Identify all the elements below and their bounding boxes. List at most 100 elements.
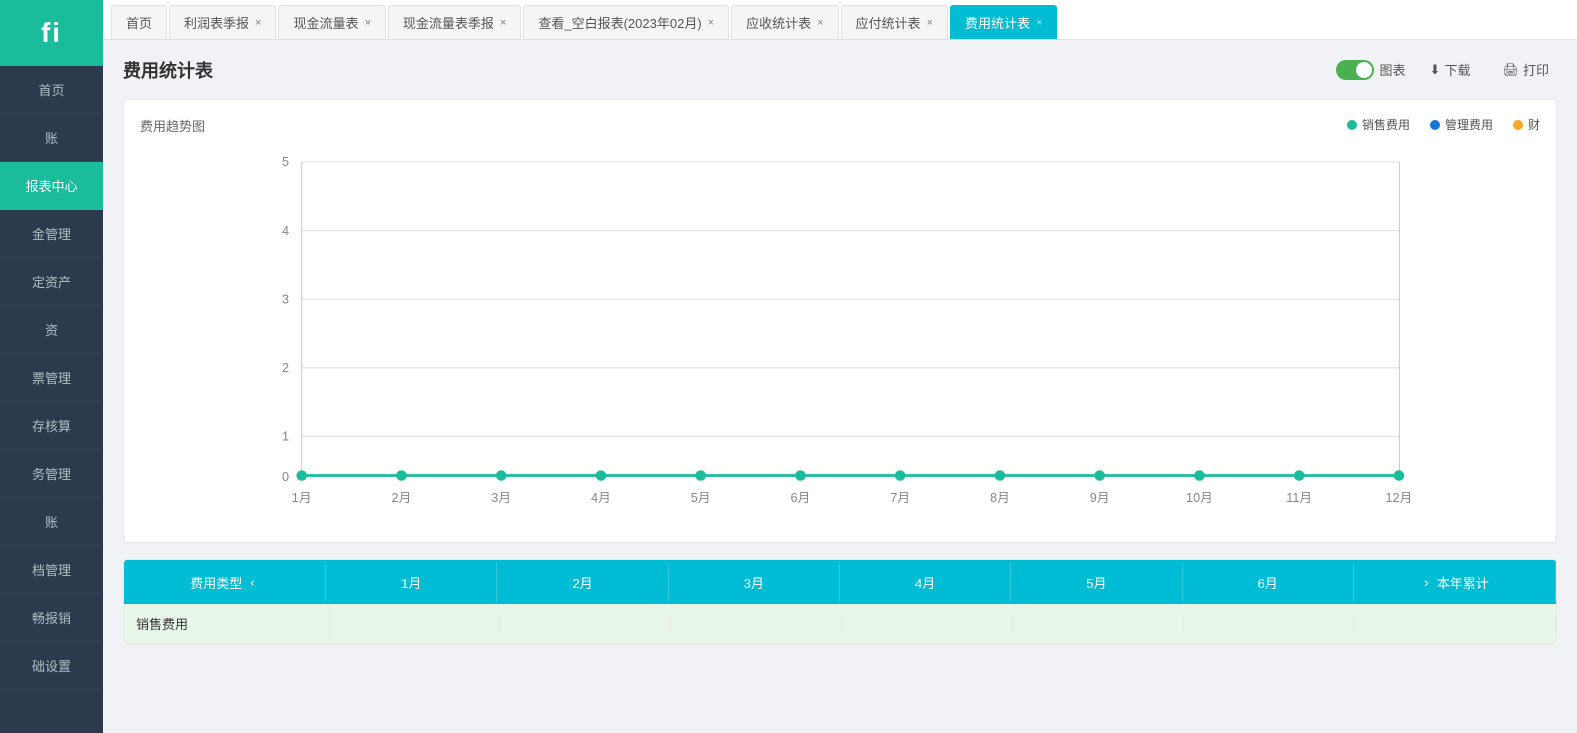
chart-legend: 销售费用 管理费用 财: [1347, 116, 1540, 133]
print-button[interactable]: 🖨 打印: [1494, 56, 1557, 83]
header-actions: 图表 ⬇ 下载 🖨 打印: [1336, 56, 1557, 83]
sidebar-item-expense[interactable]: 畅报销: [0, 594, 103, 642]
chart-card: 费用趋势图 销售费用 管理费用 财: [123, 99, 1557, 543]
td-m2: [500, 616, 671, 632]
td-m1: [330, 616, 501, 632]
tab-blank-report[interactable]: 查看_空白报表(2023年02月) ×: [523, 5, 729, 39]
legend-label-admin: 管理费用: [1445, 116, 1493, 133]
tab-profit-quarterly[interactable]: 利润表季报 ×: [169, 5, 276, 39]
close-icon[interactable]: ×: [927, 17, 933, 29]
svg-text:4: 4: [282, 224, 289, 238]
sidebar-item-finance[interactable]: 金管理: [0, 210, 103, 258]
th-ytd: › 本年累计: [1354, 563, 1556, 602]
sidebar-item-service[interactable]: 务管理: [0, 450, 103, 498]
toggle-track[interactable]: [1336, 60, 1374, 80]
svg-text:3: 3: [282, 292, 289, 306]
legend-label-sales: 销售费用: [1362, 116, 1410, 133]
close-icon[interactable]: ×: [708, 17, 714, 29]
sidebar-item-reports[interactable]: 报表中心: [0, 162, 103, 210]
sidebar-item-capital[interactable]: 资: [0, 306, 103, 354]
svg-text:7月: 7月: [890, 491, 910, 505]
tab-expense-stats[interactable]: 费用统计表 ×: [950, 5, 1057, 39]
tab-cashflow-quarterly[interactable]: 现金流量表季报 ×: [388, 5, 521, 39]
sidebar-item-assets[interactable]: 定资产: [0, 258, 103, 306]
svg-text:11月: 11月: [1286, 491, 1312, 505]
svg-text:6月: 6月: [791, 491, 811, 505]
close-icon[interactable]: ×: [255, 17, 261, 29]
print-icon: 🖨: [1502, 62, 1519, 78]
td-m6: [1184, 616, 1355, 632]
download-button[interactable]: ⬇ 下载: [1422, 56, 1479, 83]
th-m1: 1月: [326, 563, 497, 602]
svg-text:3月: 3月: [491, 491, 511, 505]
th-m4: 4月: [840, 563, 1011, 602]
sidebar-item-inventory[interactable]: 存核算: [0, 402, 103, 450]
sidebar-item-ledger[interactable]: 账: [0, 498, 103, 546]
point-sales-10: [1194, 470, 1205, 481]
point-sales-5: [695, 470, 706, 481]
svg-text:1月: 1月: [292, 491, 312, 505]
toggle-thumb: [1356, 62, 1372, 78]
sidebar-item-invoice[interactable]: 票管理: [0, 354, 103, 402]
svg-text:10月: 10月: [1186, 491, 1213, 505]
svg-text:4月: 4月: [591, 491, 611, 505]
next-arrow-icon[interactable]: ›: [1420, 574, 1433, 590]
svg-text:5: 5: [282, 155, 289, 169]
td-m4: [842, 616, 1013, 632]
chart-svg-wrapper: 5 4 3 2 1 0: [140, 143, 1540, 526]
toggle-label: 图表: [1380, 60, 1406, 79]
page-content: 费用统计表 图表 ⬇ 下载 🖨 打印: [103, 40, 1577, 733]
close-icon[interactable]: ×: [500, 17, 506, 29]
data-table-wrapper: 费用类型 ‹ 1月 2月 3月 4月 5月: [123, 559, 1557, 645]
sidebar-item-account[interactable]: 账: [0, 114, 103, 162]
point-sales-7: [895, 470, 906, 481]
sidebar-item-archive[interactable]: 档管理: [0, 546, 103, 594]
legend-dot-sales: [1347, 120, 1357, 130]
page-title: 费用统计表: [123, 57, 213, 83]
point-sales-3: [496, 470, 507, 481]
svg-text:5月: 5月: [691, 491, 711, 505]
sidebar-item-home[interactable]: 首页: [0, 66, 103, 114]
tab-receivables[interactable]: 应收统计表 ×: [731, 5, 838, 39]
close-icon[interactable]: ×: [1036, 17, 1042, 29]
svg-text:8月: 8月: [990, 491, 1010, 505]
tab-cashflow[interactable]: 现金流量表 ×: [278, 5, 385, 39]
legend-dot-admin: [1430, 120, 1440, 130]
legend-finance: 财: [1513, 116, 1540, 133]
svg-text:12月: 12月: [1386, 491, 1413, 505]
td-m3: [671, 616, 842, 632]
th-m2: 2月: [497, 563, 668, 602]
legend-admin: 管理费用: [1430, 116, 1493, 133]
point-sales-4: [596, 470, 607, 481]
point-sales-6: [795, 470, 806, 481]
legend-sales: 销售费用: [1347, 116, 1410, 133]
point-sales-8: [995, 470, 1006, 481]
prev-arrow-icon[interactable]: ‹: [246, 574, 259, 590]
close-icon[interactable]: ×: [364, 17, 370, 29]
point-sales-11: [1294, 470, 1305, 481]
th-type: 费用类型 ‹: [124, 563, 326, 602]
close-icon[interactable]: ×: [817, 17, 823, 29]
svg-text:2: 2: [282, 361, 289, 375]
chart-toggle[interactable]: 图表: [1336, 60, 1406, 80]
svg-text:1: 1: [282, 430, 289, 444]
point-sales-12: [1394, 470, 1405, 481]
legend-dot-finance: [1513, 120, 1523, 130]
table-row: 销售费用: [124, 604, 1556, 644]
sidebar-logo: fi: [0, 0, 103, 66]
svg-text:9月: 9月: [1090, 491, 1110, 505]
svg-text:2月: 2月: [392, 491, 412, 505]
download-icon: ⬇: [1430, 62, 1441, 78]
th-m5: 5月: [1011, 563, 1182, 602]
sidebar-item-settings[interactable]: 础设置: [0, 642, 103, 690]
table-header-row: 费用类型 ‹ 1月 2月 3月 4月 5月: [124, 560, 1556, 604]
tab-home[interactable]: 首页: [111, 5, 167, 39]
point-sales-9: [1094, 470, 1105, 481]
point-sales-1: [296, 470, 307, 481]
td-type: 销售费用: [124, 606, 330, 641]
tab-payables[interactable]: 应付统计表 ×: [841, 5, 948, 39]
svg-text:0: 0: [282, 470, 289, 484]
main-area: 首页 利润表季报 × 现金流量表 × 现金流量表季报 × 查看_空白报表(202…: [103, 0, 1577, 733]
td-m5: [1013, 616, 1184, 632]
point-sales-2: [396, 470, 407, 481]
